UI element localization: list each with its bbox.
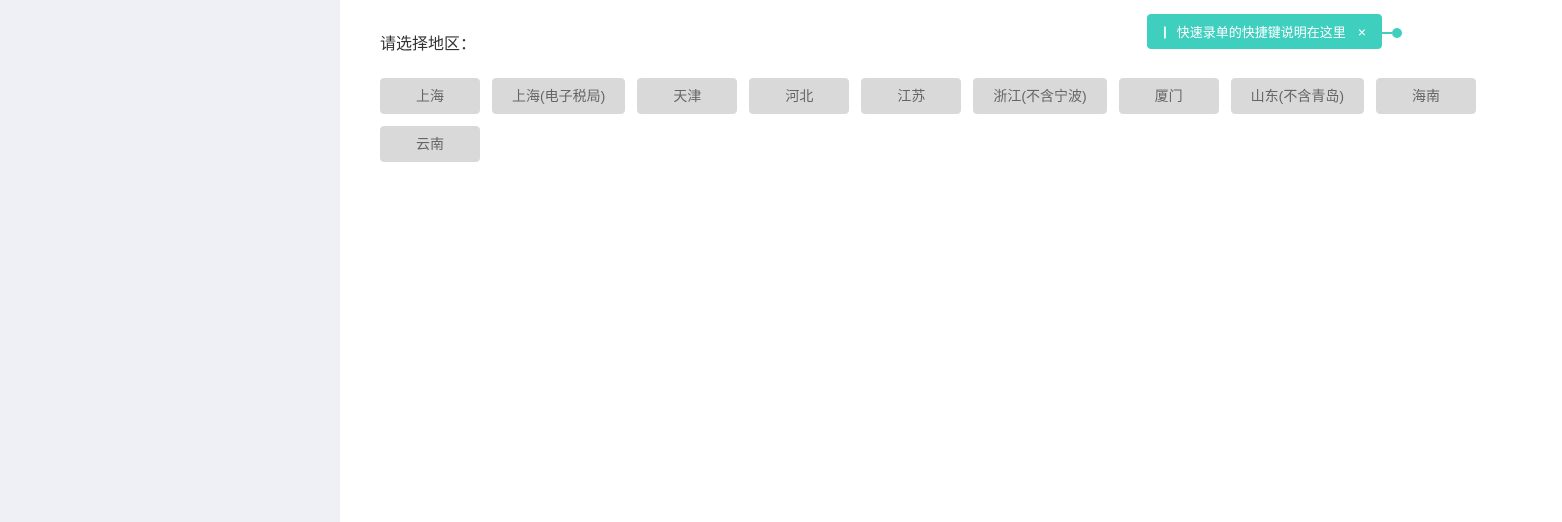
region-btn-shandong[interactable]: 山东(不含青岛) (1231, 78, 1364, 114)
tooltip-close-button[interactable]: × (1358, 24, 1366, 40)
region-btn-zhejiang[interactable]: 浙江(不含宁波) (973, 78, 1106, 114)
connector-dot (1392, 28, 1402, 38)
region-btn-hebei[interactable]: 河北 (749, 78, 849, 114)
region-btn-shanghai-etax[interactable]: 上海(电子税局) (492, 78, 625, 114)
region-btn-hainan[interactable]: 海南 (1376, 78, 1476, 114)
region-btn-tianjin[interactable]: 天津 (637, 78, 737, 114)
tooltip-banner: 快速录单的快捷键说明在这里 × (1147, 14, 1382, 49)
region-btn-shanghai[interactable]: 上海 (380, 78, 480, 114)
region-buttons-container: 上海上海(电子税局) 天津河北江苏浙江(不含宁波) 厦门山东(不含青岛) 海南云南 (380, 78, 1522, 162)
tooltip-text: 快速录单的快捷键说明在这里 (1177, 22, 1346, 41)
left-sidebar (0, 0, 340, 522)
region-btn-jiangsu[interactable]: 江苏 (861, 78, 961, 114)
main-content: 请选择地区： 上海上海(电子税局)天津河北江苏浙江(不含宁波)厦门山东(不含青岛… (340, 0, 1562, 522)
region-btn-yunnan[interactable]: 云南 (380, 126, 480, 162)
region-btn-xiamen[interactable]: 厦门 (1119, 78, 1219, 114)
